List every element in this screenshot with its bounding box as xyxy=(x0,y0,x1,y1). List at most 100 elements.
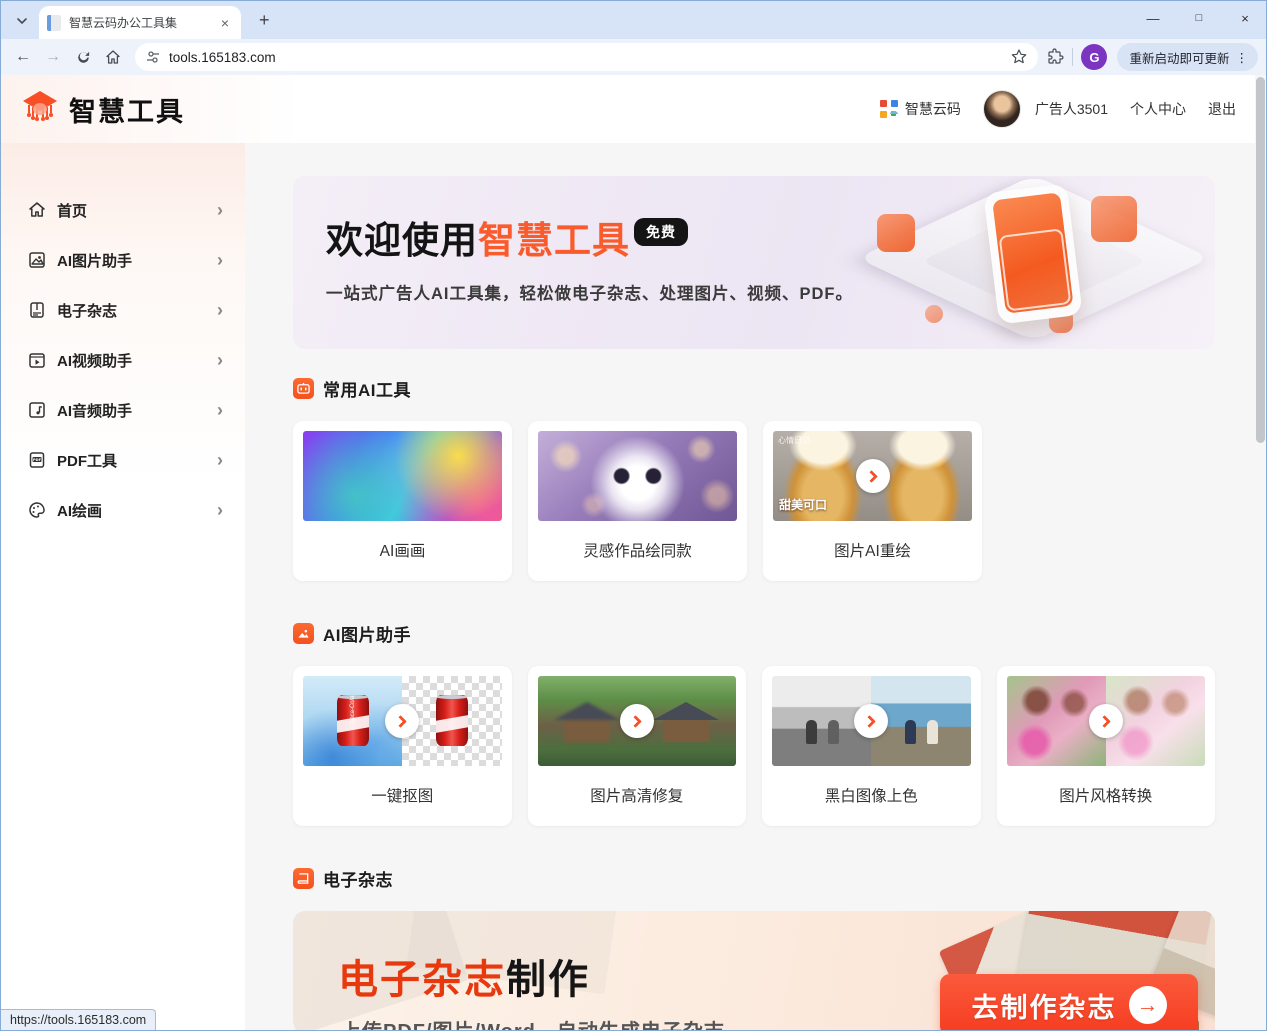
image-section-icon xyxy=(293,623,314,644)
card-ai-repaint[interactable]: 心情日记 甜美可口 图片AI重绘 xyxy=(763,421,982,581)
address-bar[interactable]: tools.165183.com xyxy=(135,43,1039,71)
extensions-icon[interactable] xyxy=(1046,48,1065,66)
logout-link[interactable]: 退出 xyxy=(1208,99,1236,119)
card-image xyxy=(538,431,737,521)
close-button[interactable]: × xyxy=(1230,5,1260,31)
sidebar-item-ai-paint[interactable]: AI绘画 › xyxy=(27,485,223,535)
chevron-right-icon: › xyxy=(217,199,223,220)
card-cutout[interactable]: Coca-Cola 一键抠图 xyxy=(293,666,512,826)
next-arrow-icon xyxy=(855,459,890,493)
logo-text: 智慧工具 xyxy=(69,96,185,127)
card-label: 一键抠图 xyxy=(371,788,434,805)
book-section-icon xyxy=(293,868,314,889)
robot-icon xyxy=(293,378,314,399)
url-text[interactable]: tools.165183.com xyxy=(169,50,1002,65)
maximize-button[interactable]: □ xyxy=(1184,5,1214,31)
card-label: AI画画 xyxy=(379,543,426,560)
back-button[interactable]: ← xyxy=(9,43,37,71)
card-image xyxy=(537,676,736,766)
next-arrow-icon xyxy=(1088,704,1123,738)
cta-label: 去制作杂志 xyxy=(971,992,1117,1023)
sidebar-item-magazine[interactable]: 电子杂志 › xyxy=(27,285,223,335)
reload-button[interactable] xyxy=(69,43,97,71)
arrow-right-icon: → xyxy=(1128,986,1167,1024)
chevron-right-icon: › xyxy=(217,499,223,520)
home-icon xyxy=(29,202,45,217)
qr-code-link[interactable]: 智慧云码 xyxy=(879,99,961,119)
browser-toolbar: ← → tools.165183.com G 重新启动即可更新 ⋮ xyxy=(1,39,1266,75)
magazine-banner[interactable]: 电子杂志制作 上传PDF/图片/Word，自动生成电子杂志 去制作杂志 xyxy=(293,911,1215,1030)
card-inspiration[interactable]: 灵感作品绘同款 xyxy=(528,421,747,581)
sidebar-item-ai-video[interactable]: AI视频助手 › xyxy=(27,335,223,385)
card-style-transfer[interactable]: 图片风格转换 xyxy=(996,666,1215,826)
sidebar-item-ai-audio[interactable]: AI音频助手 › xyxy=(27,385,223,435)
sidebar-item-label: AI音频助手 xyxy=(57,402,133,420)
chevron-right-icon: › xyxy=(217,249,223,270)
header-right: 智慧云码 广告人3501 个人中心 退出 xyxy=(879,90,1236,128)
sidebar-item-home[interactable]: 首页 › xyxy=(27,185,223,235)
page-scrollbar[interactable] xyxy=(1255,75,1266,1030)
sidebar-item-label: AI绘画 xyxy=(57,502,103,520)
site-logo[interactable]: 智慧工具 xyxy=(19,89,185,129)
toolbar-divider xyxy=(1072,48,1074,66)
qr-code-icon xyxy=(879,100,898,118)
welcome-subtitle: 一站式广告人AI工具集，轻松做电子杂志、处理图片、视频、PDF。 xyxy=(326,285,853,303)
window-controls: — □ × xyxy=(1138,5,1260,31)
sidebar-item-label: 电子杂志 xyxy=(57,302,118,320)
card-image: 心情日记 甜美可口 xyxy=(773,431,972,521)
bookmark-star-icon[interactable] xyxy=(1010,48,1028,66)
welcome-title: 欢迎使用智慧工具 免费 xyxy=(326,210,1215,264)
forward-button[interactable]: → xyxy=(39,43,67,71)
card-hd-repair[interactable]: 图片高清修复 xyxy=(527,666,746,826)
next-arrow-icon xyxy=(385,704,420,738)
profile-center-link[interactable]: 个人中心 xyxy=(1130,99,1186,119)
card-image xyxy=(772,676,971,766)
site-settings-icon[interactable] xyxy=(145,49,161,65)
sidebar-item-label: 首页 xyxy=(57,202,88,220)
new-tab-button[interactable]: + xyxy=(251,10,278,31)
watermark-bottom: 甜美可口 xyxy=(779,498,828,512)
home-button[interactable] xyxy=(99,43,127,71)
card-row-common-tools: AI画画 灵感作品绘同款 心情日记 甜美可口 图片AI重绘 xyxy=(293,421,1215,581)
magazine-icon xyxy=(30,302,44,318)
card-label: 图片风格转换 xyxy=(1059,788,1153,805)
section-title: 常用AI工具 xyxy=(323,381,411,400)
profile-avatar[interactable]: G xyxy=(1081,44,1108,70)
welcome-banner: 欢迎使用智慧工具 免费 一站式广告人AI工具集，轻松做电子杂志、处理图片、视频、P… xyxy=(293,176,1215,349)
card-image: Coca-Cola xyxy=(303,676,502,766)
menu-kebab-icon[interactable]: ⋮ xyxy=(1230,50,1255,65)
tab-favicon-icon xyxy=(47,14,61,31)
card-ai-paint[interactable]: AI画画 xyxy=(293,421,512,581)
tab-title: 智慧云码办公工具集 xyxy=(69,16,178,30)
card-colorize[interactable]: 黑白图像上色 xyxy=(762,666,981,826)
logo-icon xyxy=(23,91,57,121)
update-label: 重新启动即可更新 xyxy=(1129,51,1230,66)
welcome-title-prefix: 欢迎使用 xyxy=(326,220,478,261)
sidebar-item-label: AI图片助手 xyxy=(57,252,133,270)
sidebar-item-pdf[interactable]: PDF PDF工具 › xyxy=(27,435,223,485)
sidebar-nav: 首页 › AI图片助手 › 电子杂志 › AI视频助手 › AI音频助手 › P… xyxy=(1,143,245,1030)
magazine-title-suffix: 制作 xyxy=(506,958,590,1002)
scrollbar-thumb[interactable] xyxy=(1256,77,1265,443)
minimize-button[interactable]: — xyxy=(1138,5,1168,31)
section-title: AI图片助手 xyxy=(323,626,411,645)
sidebar-item-ai-image[interactable]: AI图片助手 › xyxy=(27,235,223,285)
watermark-top: 心情日记 xyxy=(778,436,810,445)
next-arrow-icon xyxy=(854,704,889,738)
user-avatar[interactable] xyxy=(982,90,1021,128)
tab-close-icon[interactable]: × xyxy=(217,15,233,31)
username: 广告人3501 xyxy=(1034,101,1108,117)
web-page: 智慧工具 智慧云码 广告人3501 个人中心 退出 首页 › AI图片助手 › … xyxy=(1,75,1266,1030)
section-title: 电子杂志 xyxy=(323,871,393,890)
card-image xyxy=(303,431,502,521)
browser-tab[interactable]: 智慧云码办公工具集 × xyxy=(39,6,241,39)
update-chip[interactable]: 重新启动即可更新 ⋮ xyxy=(1117,43,1258,71)
section-ai-image: AI图片助手 xyxy=(293,621,1215,646)
free-badge: 免费 xyxy=(634,218,688,246)
site-header: 智慧工具 智慧云码 广告人3501 个人中心 退出 xyxy=(1,75,1266,143)
card-label: 图片AI重绘 xyxy=(834,543,911,560)
tab-search-icon[interactable] xyxy=(9,8,35,34)
make-magazine-button[interactable]: 去制作杂志 → xyxy=(940,974,1198,1030)
card-image xyxy=(1006,676,1205,766)
welcome-title-highlight: 智慧工具 xyxy=(478,220,630,261)
